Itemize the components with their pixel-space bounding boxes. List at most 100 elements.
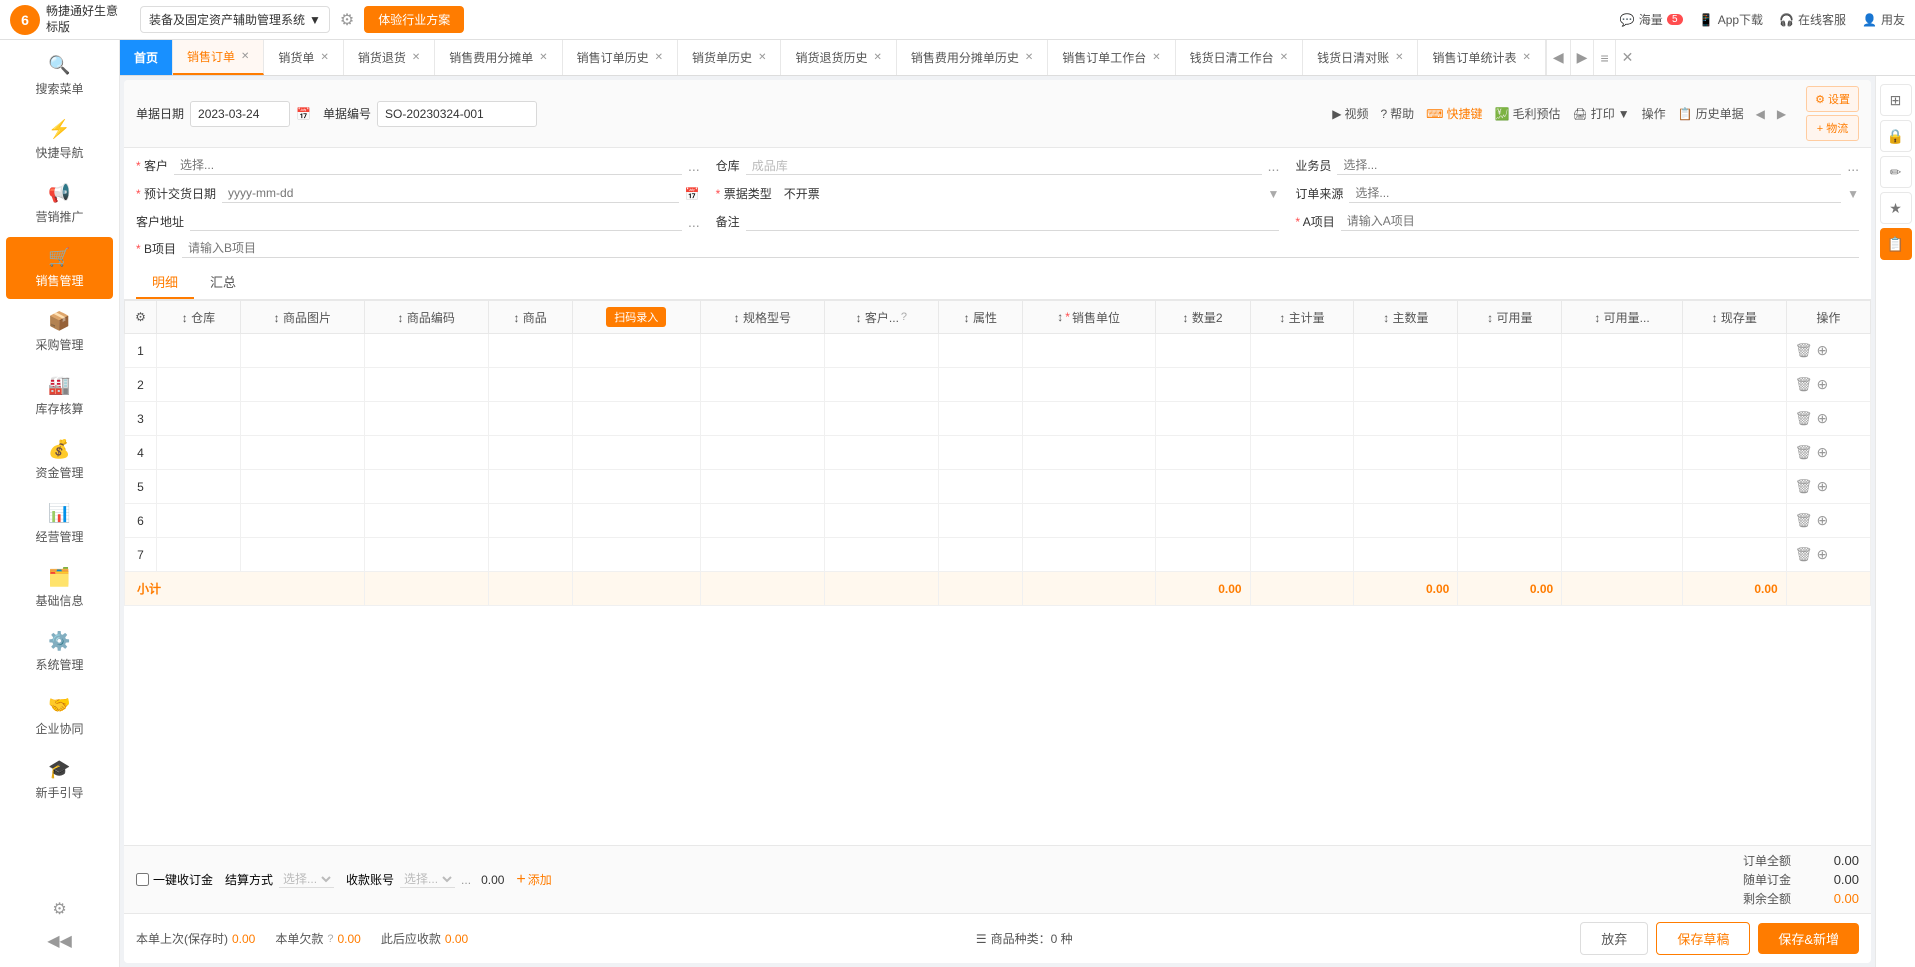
one-click-checkbox[interactable] [136, 873, 149, 886]
invoice-type-arrow-icon[interactable]: ▼ [1267, 187, 1279, 201]
sidebar-item-inventory[interactable]: 🏭 库存核算 [6, 365, 113, 427]
order-source-input[interactable] [1349, 184, 1841, 203]
logistics-btn[interactable]: + 物流 [1806, 115, 1859, 141]
sidebar-item-base[interactable]: 🗂️ 基础信息 [6, 557, 113, 619]
b-project-input[interactable] [182, 239, 1859, 258]
sidebar-item-marketing[interactable]: 📢 营销推广 [6, 173, 113, 235]
delete-row-icon[interactable]: 🗑 [1795, 342, 1813, 359]
float-icon-edit[interactable]: ✏ [1880, 156, 1912, 188]
tab-sales-order[interactable]: 销售订单 ✕ [173, 40, 264, 75]
delete-row-icon[interactable]: 🗑 [1795, 546, 1813, 563]
sidebar-item-operation[interactable]: 📊 经营管理 [6, 493, 113, 555]
delete-row-icon[interactable]: 🗑 [1795, 410, 1813, 427]
cell-warehouse[interactable] [157, 334, 241, 368]
cell-qty2[interactable] [1155, 334, 1250, 368]
th-main-unit[interactable]: ↕ 主计量 [1250, 301, 1354, 334]
sidebar-item-guide[interactable]: 🎓 新手引导 [6, 749, 113, 811]
float-icon-lock[interactable]: 🔒 [1880, 120, 1912, 152]
save-draft-btn[interactable]: 保存草稿 [1656, 922, 1750, 955]
tab-credit-reconcile[interactable]: 钱货日清对账 ✕ [1303, 40, 1418, 75]
delete-row-icon[interactable]: 🗑 [1795, 376, 1813, 393]
order-source-arrow-icon[interactable]: ▼ [1847, 187, 1859, 201]
sidebar-item-search[interactable]: 🔍 搜索菜单 [6, 45, 113, 107]
copy-row-icon[interactable]: ⊕ [1816, 512, 1828, 529]
float-icon-star[interactable]: ★ [1880, 192, 1912, 224]
cell-sales-unit[interactable] [1022, 334, 1155, 368]
delete-row-icon[interactable]: 🗑 [1795, 444, 1813, 461]
th-stock[interactable]: ↕ 现存量 [1682, 301, 1786, 334]
tab-workbench[interactable]: 销售订单工作台 ✕ [1048, 40, 1175, 75]
scan-btn[interactable]: 扫码录入 [606, 307, 666, 327]
cell-spec[interactable] [700, 334, 824, 368]
th-product[interactable]: ↕ 商品 [488, 301, 572, 334]
th-warehouse[interactable]: ↕ 仓库 [157, 301, 241, 334]
tab-summary[interactable]: 汇总 [194, 266, 252, 299]
salesperson-more-icon[interactable]: ... [1847, 158, 1859, 174]
sidebar-item-sales[interactable]: 🛒 销售管理 [6, 237, 113, 299]
calendar-icon[interactable]: 📅 [296, 107, 311, 121]
date-input[interactable] [190, 101, 290, 127]
online-support-btn[interactable]: 🎧 在线客服 [1779, 11, 1846, 28]
th-spec[interactable]: ↕ 规格型号 [700, 301, 824, 334]
tab-close-icon[interactable]: ✕ [412, 52, 420, 63]
sidebar-item-collab[interactable]: 🤝 企业协同 [6, 685, 113, 747]
one-click-checkbox-label[interactable]: 一键收订金 [136, 871, 213, 888]
tab-menu-btn[interactable]: ≡ [1593, 40, 1614, 75]
address-more-icon[interactable]: ... [688, 214, 700, 230]
th-qty2[interactable]: ↕ 数量2 [1155, 301, 1250, 334]
tab-sales-single[interactable]: 销货单 ✕ [264, 40, 343, 75]
tab-fee-history[interactable]: 销售费用分摊单历史 ✕ [897, 40, 1048, 75]
industry-btn[interactable]: 体验行业方案 [364, 6, 464, 33]
cell-product[interactable] [488, 334, 572, 368]
sidebar-settings-icon[interactable]: ⚙ [48, 895, 70, 923]
tab-sales-fee[interactable]: 销售费用分摊单 ✕ [435, 40, 562, 75]
warehouse-input[interactable] [746, 156, 1262, 175]
tab-prev-btn[interactable]: ◀ [1546, 40, 1570, 75]
th-product-code[interactable]: ↕ 商品编码 [364, 301, 488, 334]
shortcut-btn[interactable]: ⌨ 快捷键 [1426, 105, 1482, 122]
tab-detail[interactable]: 明细 [136, 266, 194, 299]
settings-right-btn[interactable]: ⚙ 设置 [1806, 86, 1859, 112]
tab-close-icon[interactable]: ✕ [758, 52, 766, 63]
sidebar-item-finance[interactable]: 💰 资金管理 [6, 429, 113, 491]
tab-close-icon[interactable]: ✕ [1523, 52, 1531, 63]
tab-close-icon[interactable]: ✕ [873, 52, 881, 63]
order-num-input[interactable] [377, 101, 537, 127]
th-settings[interactable]: ⚙ [125, 301, 157, 334]
th-product-img[interactable]: ↕ 商品图片 [240, 301, 364, 334]
customer-address-input[interactable] [190, 212, 682, 231]
tab-close-icon[interactable]: ✕ [539, 52, 547, 63]
cell-main-qty[interactable] [1354, 334, 1458, 368]
settings-icon[interactable]: ⚙ [340, 10, 354, 30]
video-btn[interactable]: ▶ 视频 [1332, 105, 1368, 122]
tab-close-icon[interactable]: ✕ [320, 52, 328, 63]
sidebar-collapse-icon[interactable]: ◀◀ [43, 927, 76, 955]
a-project-input[interactable] [1341, 212, 1859, 231]
nav-prev-icon[interactable]: ◀ [1756, 107, 1765, 121]
th-main-qty[interactable]: ↕ 主数量 [1354, 301, 1458, 334]
delivery-date-input[interactable] [222, 184, 679, 203]
cell-attr[interactable] [938, 334, 1022, 368]
messages-btn[interactable]: 💬 海量 5 [1620, 11, 1683, 28]
copy-row-icon[interactable]: ⊕ [1816, 478, 1828, 495]
save-new-btn[interactable]: 保存&新增 [1758, 923, 1859, 954]
tab-close-icon[interactable]: ✕ [1152, 52, 1160, 63]
profit-btn[interactable]: 💹 毛利预估 [1495, 105, 1561, 122]
discard-btn[interactable]: 放弃 [1580, 922, 1648, 955]
add-btn[interactable]: + 添加 [516, 871, 551, 889]
sidebar-item-purchase[interactable]: 📦 采购管理 [6, 301, 113, 363]
tab-close-icon[interactable]: ✕ [1025, 52, 1033, 63]
salesperson-input[interactable] [1337, 156, 1841, 175]
tab-sales-stats[interactable]: 销售订单统计表 ✕ [1418, 40, 1545, 75]
customer-input[interactable] [174, 156, 682, 175]
delivery-cal-icon[interactable]: 📅 [685, 187, 700, 201]
delete-row-icon[interactable]: 🗑 [1795, 512, 1813, 529]
sidebar-item-system[interactable]: ⚙️ 系统管理 [6, 621, 113, 683]
tab-close-icon[interactable]: ✕ [655, 52, 663, 63]
system-selector[interactable]: 装备及固定资产辅助管理系统 ▼ [140, 6, 330, 33]
receipt-account-select[interactable]: 选择... [400, 871, 455, 888]
float-icon-clipboard[interactable]: 📋 [1880, 228, 1912, 260]
th-customer-code[interactable]: ↕ 客户... ? [824, 301, 938, 334]
tab-credit-daily[interactable]: 钱货日清工作台 ✕ [1176, 40, 1303, 75]
tab-home[interactable]: 首页 [120, 40, 173, 75]
